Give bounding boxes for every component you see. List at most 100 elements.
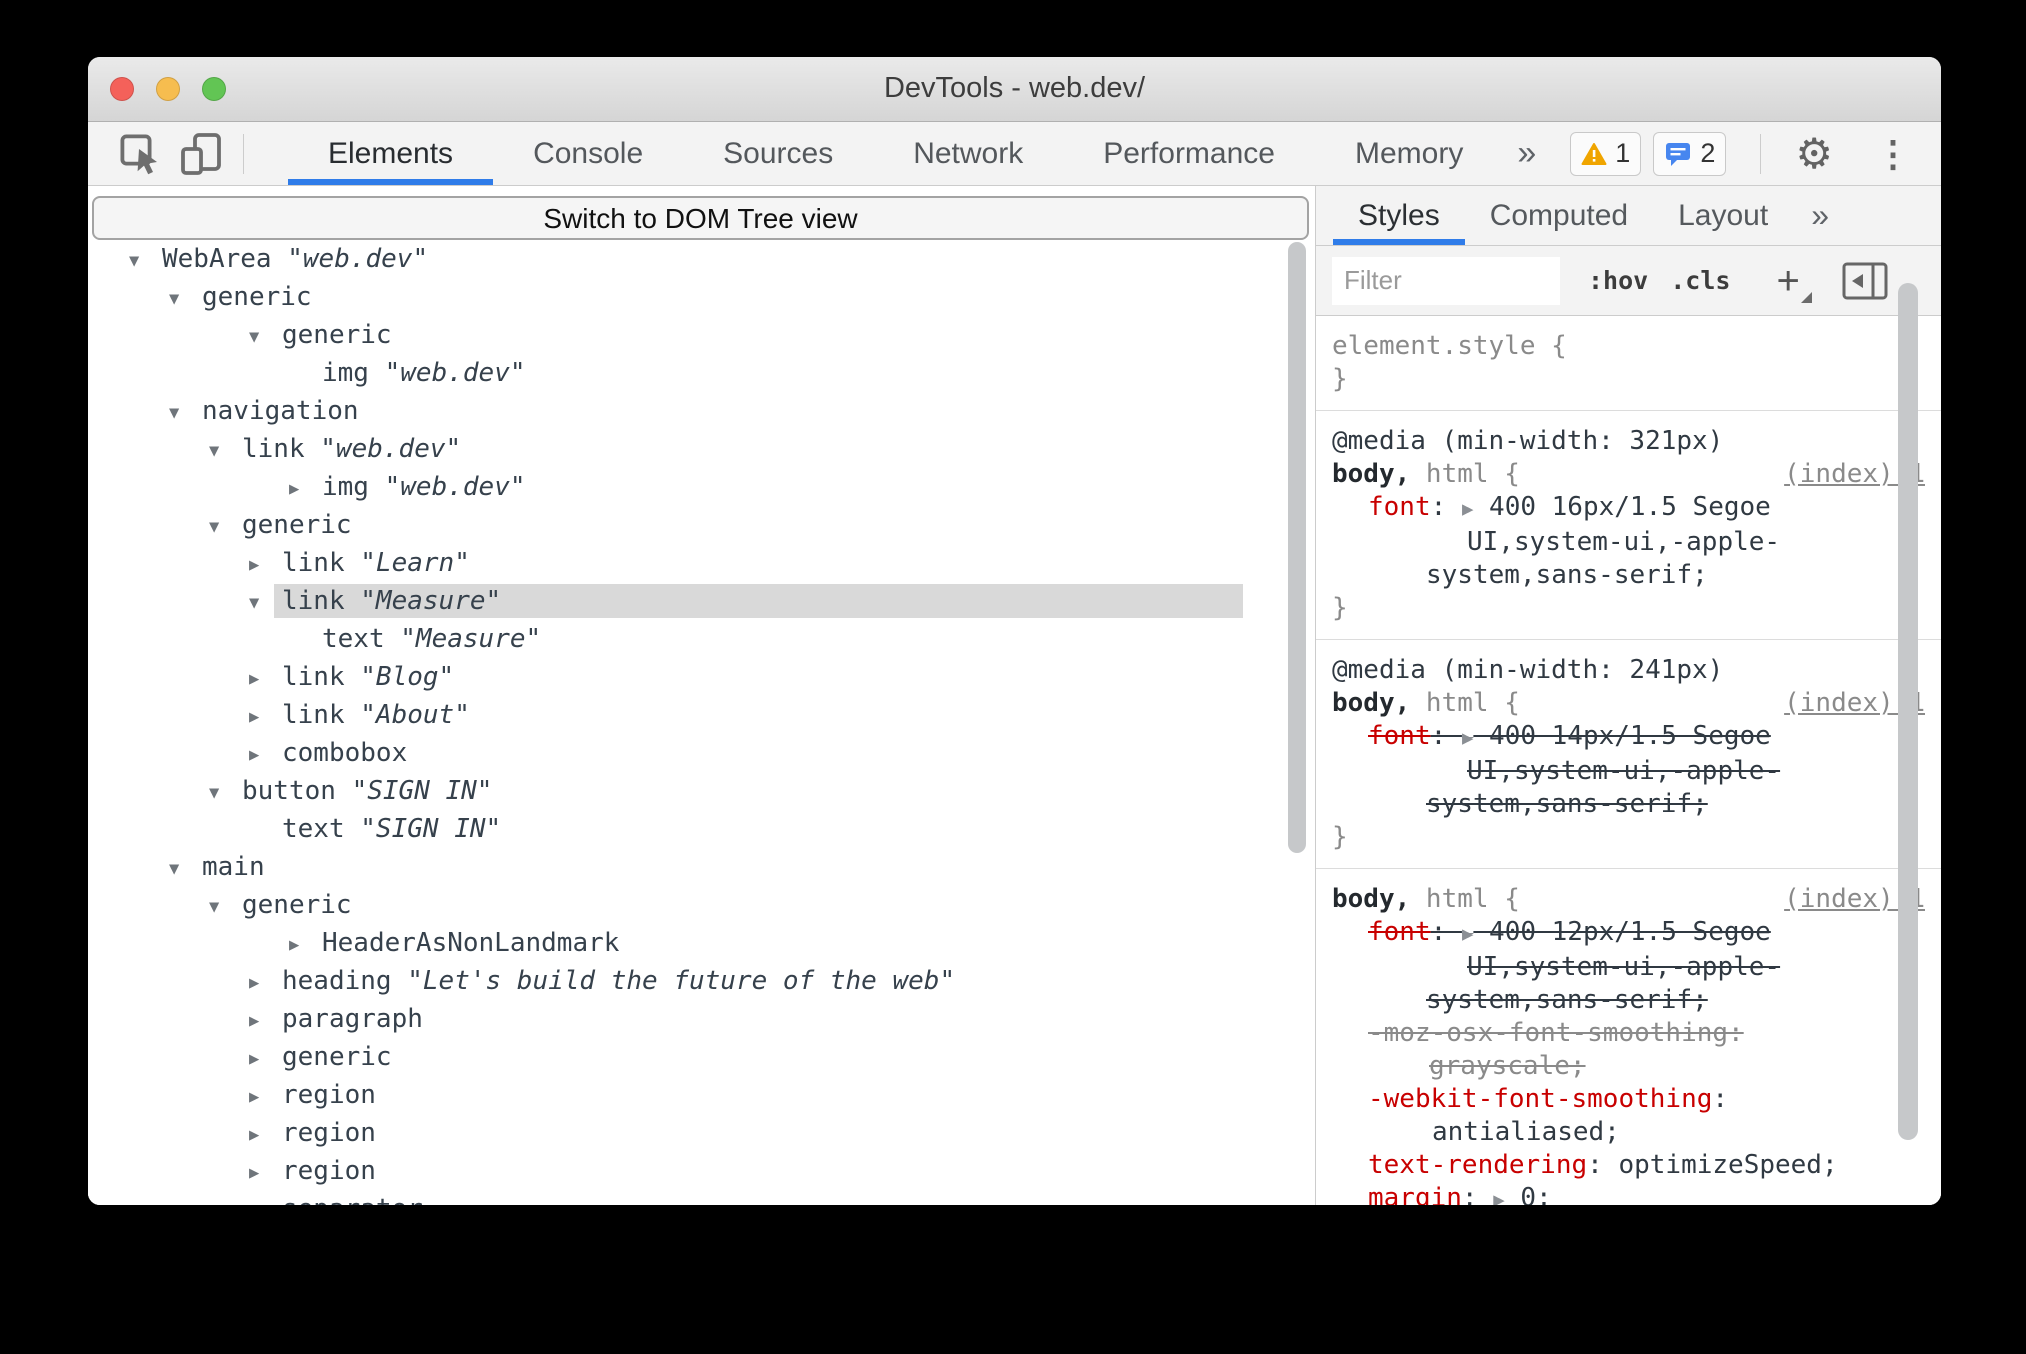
a11y-node-img[interactable]: ▶ img "web.dev" <box>88 468 1285 506</box>
warning-badge[interactable]: 1 <box>1570 131 1642 176</box>
expand-arrow-icon[interactable]: ▶ <box>249 1008 282 1031</box>
tab-performance[interactable]: Performance <box>1063 122 1315 185</box>
a11y-node-region[interactable]: ▶ region <box>88 1114 1285 1152</box>
collapse-arrow-icon[interactable]: ▼ <box>209 894 242 917</box>
a11y-node-button[interactable]: ▼ button "SIGN IN" <box>88 772 1285 810</box>
expand-arrow-icon[interactable]: ▶ <box>249 552 282 575</box>
css-declaration[interactable]: text-rendering: optimizeSpeed; <box>1332 1149 1880 1182</box>
a11y-node-separator[interactable]: separator <box>88 1190 1285 1205</box>
css-declaration-wrap[interactable]: system,sans-serif; <box>1332 984 1880 1017</box>
a11y-node-generic[interactable]: ▼ generic <box>88 278 1285 316</box>
css-declaration[interactable]: -webkit-font-smoothing: <box>1332 1083 1880 1116</box>
a11y-node-region[interactable]: ▶ region <box>88 1076 1285 1114</box>
device-toolbar-icon[interactable] <box>180 132 224 176</box>
collapse-arrow-icon[interactable]: ▼ <box>169 286 202 309</box>
sidebar-tab-styles[interactable]: Styles <box>1333 186 1465 245</box>
css-declaration[interactable]: font: ▶ 400 16px/1.5 Segoe <box>1332 491 1880 526</box>
css-rule-close[interactable]: } <box>1332 363 1880 396</box>
collapse-arrow-icon[interactable]: ▼ <box>209 438 242 461</box>
a11y-node-HeaderAsNonLandmark[interactable]: ▶ HeaderAsNonLandmark <box>88 924 1285 962</box>
css-declaration-wrap[interactable]: antialiased; <box>1332 1116 1880 1149</box>
tab-network[interactable]: Network <box>873 122 1063 185</box>
css-selector[interactable]: body, html {(index):1 <box>1332 687 1925 720</box>
node-name: "web.dev" <box>304 434 462 464</box>
expand-arrow-icon[interactable]: ▶ <box>249 970 282 993</box>
collapse-arrow-icon[interactable]: ▼ <box>129 248 162 271</box>
scrollbar-thumb[interactable] <box>1288 242 1306 853</box>
tab-elements[interactable]: Elements <box>288 122 494 185</box>
a11y-node-link[interactable]: ▶ link "Blog" <box>88 658 1285 696</box>
css-rule-close[interactable]: } <box>1332 821 1880 854</box>
a11y-node-heading[interactable]: ▶ heading "Let's build the future of the … <box>88 962 1285 1000</box>
new-style-rule-button[interactable]: + <box>1776 261 1812 303</box>
message-badge[interactable]: 2 <box>1653 131 1727 176</box>
collapse-arrow-icon[interactable]: ▼ <box>209 780 242 803</box>
sidebar-tab-layout[interactable]: Layout <box>1653 186 1793 245</box>
collapse-arrow-icon[interactable]: ▼ <box>169 856 202 879</box>
css-declaration[interactable]: font: ▶ 400 12px/1.5 Segoe <box>1332 916 1880 951</box>
a11y-node-navigation[interactable]: ▼ navigation <box>88 392 1285 430</box>
expand-arrow-icon[interactable]: ▶ <box>249 1122 282 1145</box>
a11y-node-link[interactable]: ▼ link "web.dev" <box>88 430 1285 468</box>
a11y-node-paragraph[interactable]: ▶ paragraph <box>88 1000 1285 1038</box>
css-media-query[interactable]: @media (min-width: 241px) <box>1332 654 1880 687</box>
expand-arrow-icon[interactable]: ▶ <box>249 1160 282 1183</box>
expand-arrow-icon[interactable]: ▶ <box>249 1046 282 1069</box>
settings-gear-icon[interactable]: ⚙ <box>1795 132 1833 175</box>
expand-arrow-icon[interactable]: ▶ <box>249 704 282 727</box>
css-declaration[interactable]: -moz-osx-font-smoothing: <box>1332 1017 1880 1050</box>
more-sidebar-tabs-chevron-icon[interactable]: » <box>1811 197 1829 234</box>
expand-arrow-icon[interactable]: ▶ <box>249 1084 282 1107</box>
a11y-node-link[interactable]: ▶ link "Learn" <box>88 544 1285 582</box>
pseudo-class-toggle[interactable]: :hov <box>1588 266 1648 295</box>
a11y-node-WebArea[interactable]: ▼ WebArea "web.dev" <box>88 240 1285 278</box>
css-declaration-wrap[interactable]: grayscale; <box>1332 1050 1880 1083</box>
titlebar[interactable]: DevTools - web.dev/ <box>88 57 1941 122</box>
css-declaration-wrap[interactable]: system,sans-serif; <box>1332 559 1880 592</box>
collapse-arrow-icon[interactable]: ▼ <box>169 400 202 423</box>
switch-dom-tree-button[interactable]: Switch to DOM Tree view <box>92 196 1309 240</box>
expand-arrow-icon[interactable]: ▶ <box>289 932 322 955</box>
a11y-node-main[interactable]: ▼ main <box>88 848 1285 886</box>
class-toggle[interactable]: .cls <box>1670 266 1730 295</box>
a11y-node-text[interactable]: text "Measure" <box>88 620 1285 658</box>
a11y-node-generic[interactable]: ▶ generic <box>88 1038 1285 1076</box>
css-text: grayscale; <box>1429 1051 1586 1081</box>
a11y-node-region[interactable]: ▶ region <box>88 1152 1285 1190</box>
inspect-element-icon[interactable] <box>118 132 162 176</box>
css-selector[interactable]: body, html {(index):1 <box>1332 883 1925 916</box>
a11y-node-generic[interactable]: ▼ generic <box>88 886 1285 924</box>
css-declaration-wrap[interactable]: UI,system-ui,-apple- <box>1332 951 1880 984</box>
tab-sources[interactable]: Sources <box>683 122 873 185</box>
css-declaration-wrap[interactable]: UI,system-ui,-apple- <box>1332 526 1880 559</box>
kebab-menu-icon[interactable]: ⋮ <box>1875 135 1911 172</box>
css-media-query[interactable]: @media (min-width: 321px) <box>1332 425 1880 458</box>
css-declaration[interactable]: font: ▶ 400 14px/1.5 Segoe <box>1332 720 1880 755</box>
toggle-sidebar-icon[interactable] <box>1842 262 1888 300</box>
a11y-node-link[interactable]: ▼ link "Measure" <box>88 582 1285 620</box>
tab-console[interactable]: Console <box>493 122 683 185</box>
a11y-node-generic[interactable]: ▼ generic <box>88 316 1285 354</box>
a11y-node-link[interactable]: ▶ link "About" <box>88 696 1285 734</box>
a11y-node-text[interactable]: text "SIGN IN" <box>88 810 1285 848</box>
expand-arrow-icon[interactable]: ▶ <box>249 742 282 765</box>
node-role: navigation <box>202 396 359 426</box>
a11y-node-generic[interactable]: ▼ generic <box>88 506 1285 544</box>
sidebar-tab-computed[interactable]: Computed <box>1465 186 1653 245</box>
a11y-node-img[interactable]: img "web.dev" <box>88 354 1285 392</box>
css-declaration-wrap[interactable]: system,sans-serif; <box>1332 788 1880 821</box>
expand-arrow-icon[interactable]: ▶ <box>249 666 282 689</box>
collapse-arrow-icon[interactable]: ▼ <box>209 514 242 537</box>
collapse-arrow-icon[interactable]: ▼ <box>249 324 282 347</box>
css-rule-open[interactable]: element.style { <box>1332 330 1880 363</box>
css-selector[interactable]: body, html {(index):1 <box>1332 458 1925 491</box>
expand-arrow-icon[interactable]: ▶ <box>289 476 322 499</box>
tab-memory[interactable]: Memory <box>1315 122 1503 185</box>
scrollbar-thumb[interactable] <box>1898 283 1918 1140</box>
css-rule-close[interactable]: } <box>1332 592 1880 625</box>
css-declaration[interactable]: margin: ▶ 0; <box>1332 1182 1880 1205</box>
css-declaration-wrap[interactable]: UI,system-ui,-apple- <box>1332 755 1880 788</box>
a11y-node-combobox[interactable]: ▶ combobox <box>88 734 1285 772</box>
more-tabs-chevron-icon[interactable]: » <box>1517 134 1536 173</box>
filter-input[interactable] <box>1332 256 1560 305</box>
